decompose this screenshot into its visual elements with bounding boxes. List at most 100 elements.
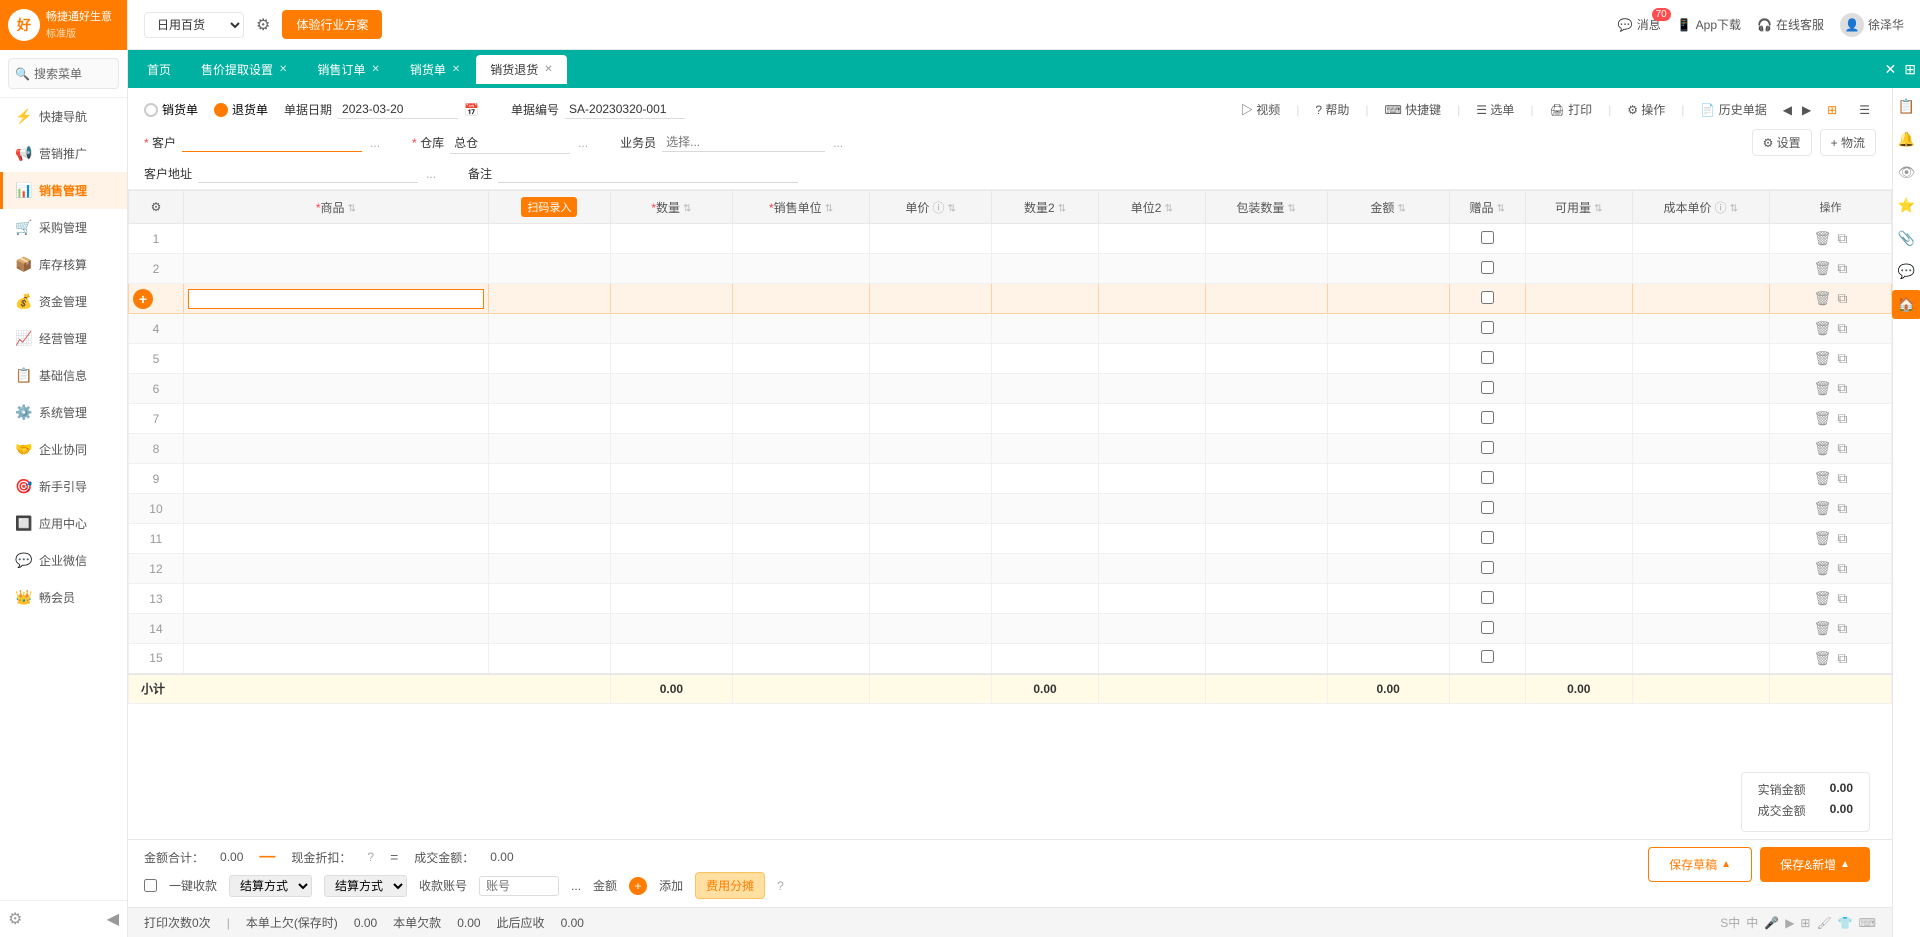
right-icon-4[interactable]: ⭐ xyxy=(1892,191,1920,220)
online-service-btn[interactable]: 🎧 在线客服 xyxy=(1757,16,1824,33)
video-btn[interactable]: ▷ 视频 xyxy=(1235,98,1286,121)
shortcut-btn[interactable]: ⌨ 快捷键 xyxy=(1379,98,1448,121)
delete-icon[interactable]: 🗑 xyxy=(1814,230,1832,247)
pack-cell[interactable] xyxy=(1205,224,1327,254)
copy-icon[interactable]: ⧉ xyxy=(1837,380,1847,397)
right-icon-7[interactable]: 🏠 xyxy=(1892,290,1920,319)
tab-sale-return-close[interactable]: ✕ xyxy=(544,64,552,75)
radio-return[interactable]: 退货单 xyxy=(214,101,268,118)
right-icon-5[interactable]: 📎 xyxy=(1892,224,1920,253)
qty-sort-icon[interactable]: ⇅ xyxy=(683,203,691,214)
available-cell[interactable] xyxy=(1525,284,1632,314)
delete-icon[interactable]: 🗑 xyxy=(1814,650,1832,667)
sidebar-item-purchase[interactable]: 🛒 采购管理 xyxy=(0,209,127,246)
cost-cell[interactable] xyxy=(1632,284,1769,314)
history-btn[interactable]: 📄 历史单据 xyxy=(1694,98,1772,121)
unit-cell[interactable] xyxy=(732,224,869,254)
price-cell[interactable] xyxy=(870,254,992,284)
copy-icon[interactable]: ⧉ xyxy=(1837,260,1847,277)
sidebar-item-marketing[interactable]: 📢 营销推广 xyxy=(0,135,127,172)
sidebar-item-newbie[interactable]: 🎯 新手引导 xyxy=(0,468,127,505)
right-icon-6[interactable]: 💬 xyxy=(1892,257,1920,286)
add-row-btn[interactable]: + xyxy=(133,289,153,309)
delete-icon[interactable]: 🗑 xyxy=(1814,320,1832,337)
unit2-sort-icon[interactable]: ⇅ xyxy=(1164,203,1172,214)
copy-icon[interactable]: ⧉ xyxy=(1837,410,1847,427)
delete-icon[interactable]: 🗑 xyxy=(1814,350,1832,367)
delete-icon[interactable]: 🗑 xyxy=(1814,620,1832,637)
copy-icon[interactable]: ⧉ xyxy=(1837,560,1847,577)
calc-method-select[interactable]: 结算方式 xyxy=(229,875,312,897)
discount-info-icon[interactable]: ? xyxy=(367,850,374,864)
wuliu-btn[interactable]: + 物流 xyxy=(1820,129,1876,156)
gift-cell[interactable] xyxy=(1449,254,1525,284)
unit2-cell[interactable] xyxy=(1098,224,1205,254)
product-cell-active[interactable] xyxy=(183,284,488,314)
close-tab-icon[interactable]: ✕ xyxy=(1885,61,1897,78)
delete-icon[interactable]: 🗑 xyxy=(1814,470,1832,487)
delete-icon[interactable]: 🗑 xyxy=(1814,410,1832,427)
qty-cell[interactable] xyxy=(610,224,732,254)
right-icon-1[interactable]: 📋 xyxy=(1892,92,1920,121)
delete-icon[interactable]: 🗑 xyxy=(1814,440,1832,457)
qty2-sort-icon[interactable]: ⇅ xyxy=(1058,203,1066,214)
delete-icon[interactable]: 🗑 xyxy=(1814,290,1832,307)
tab-home[interactable]: 首页 xyxy=(133,55,185,84)
sidebar-item-inventory[interactable]: 📦 库存核算 xyxy=(0,246,127,283)
copy-icon[interactable]: ⧉ xyxy=(1837,650,1847,667)
amount-cell[interactable] xyxy=(1327,284,1449,314)
cost-cell[interactable] xyxy=(1632,224,1769,254)
list-view-btn[interactable]: ☰ xyxy=(1853,100,1876,120)
copy-icon[interactable]: ⧉ xyxy=(1837,620,1847,637)
price-cell[interactable] xyxy=(870,224,992,254)
add-payment-btn[interactable]: + xyxy=(629,877,647,895)
expand-tab-icon[interactable]: ⊞ xyxy=(1904,61,1916,78)
split-btn[interactable]: 费用分摊 xyxy=(695,872,765,899)
calendar-icon[interactable]: 📅 xyxy=(464,103,479,117)
gear-icon[interactable]: ⚙ xyxy=(151,200,162,214)
sub-method-select[interactable]: 结算方式 xyxy=(324,875,407,897)
qty-cell[interactable] xyxy=(610,284,732,314)
select-btn[interactable]: ☰ 选单 xyxy=(1470,98,1520,121)
address-input[interactable] xyxy=(198,164,418,183)
delete-icon[interactable]: 🗑 xyxy=(1814,590,1832,607)
warehouse-value[interactable]: 总仓 xyxy=(450,132,570,154)
copy-icon[interactable]: ⧉ xyxy=(1837,290,1847,307)
print-btn[interactable]: 🖨 打印 xyxy=(1544,98,1599,121)
unit2-cell[interactable] xyxy=(1098,284,1205,314)
sidebar-item-basic[interactable]: 📋 基础信息 xyxy=(0,357,127,394)
remark-input[interactable] xyxy=(498,164,798,183)
help-btn[interactable]: ? 帮助 xyxy=(1309,98,1355,121)
sidebar-item-member[interactable]: 👑 畅会员 xyxy=(0,579,127,616)
available-cell[interactable] xyxy=(1525,254,1632,284)
tab-sale-goods-close[interactable]: ✕ xyxy=(452,64,460,75)
scan-btn[interactable]: 扫码录入 xyxy=(521,197,577,217)
cost-cell[interactable] xyxy=(1632,254,1769,284)
copy-icon[interactable]: ⧉ xyxy=(1837,500,1847,517)
product-cell[interactable] xyxy=(183,224,488,254)
tab-sale-order[interactable]: 销售订单 ✕ xyxy=(303,55,393,84)
delete-icon[interactable]: 🗑 xyxy=(1814,260,1832,277)
date-value[interactable]: 2023-03-20 xyxy=(338,100,458,119)
copy-icon[interactable]: ⧉ xyxy=(1837,470,1847,487)
staff-dots[interactable]: ... xyxy=(833,136,843,150)
right-icon-2[interactable]: 🔔 xyxy=(1892,125,1920,154)
sidebar-item-appstore[interactable]: 🔲 应用中心 xyxy=(0,505,127,542)
sidebar-item-finance[interactable]: 💰 资金管理 xyxy=(0,283,127,320)
address-dots[interactable]: ... xyxy=(426,167,436,181)
product-cell[interactable] xyxy=(183,254,488,284)
qty2-cell[interactable] xyxy=(992,224,1099,254)
settings-footer-icon[interactable]: ⚙ xyxy=(8,909,22,929)
sidebar-item-system[interactable]: ⚙️ 系统管理 xyxy=(0,394,127,431)
sidebar-item-sales[interactable]: 📊 销售管理 xyxy=(0,172,127,209)
sidebar-item-ops[interactable]: 📈 经营管理 xyxy=(0,320,127,357)
split-info-icon[interactable]: ? xyxy=(777,879,784,893)
search-menu-button[interactable]: 🔍 搜索菜单 xyxy=(8,58,119,89)
unit-sort-icon[interactable]: ⇅ xyxy=(825,203,833,214)
copy-icon[interactable]: ⧉ xyxy=(1837,230,1847,247)
unit2-cell[interactable] xyxy=(1098,254,1205,284)
tab-sale-return[interactable]: 销货退货 ✕ xyxy=(476,55,566,84)
gift-cell[interactable] xyxy=(1449,284,1525,314)
industry-select[interactable]: 日用百货 xyxy=(144,12,244,38)
operate-btn[interactable]: ⚙ 操作 xyxy=(1621,98,1671,121)
